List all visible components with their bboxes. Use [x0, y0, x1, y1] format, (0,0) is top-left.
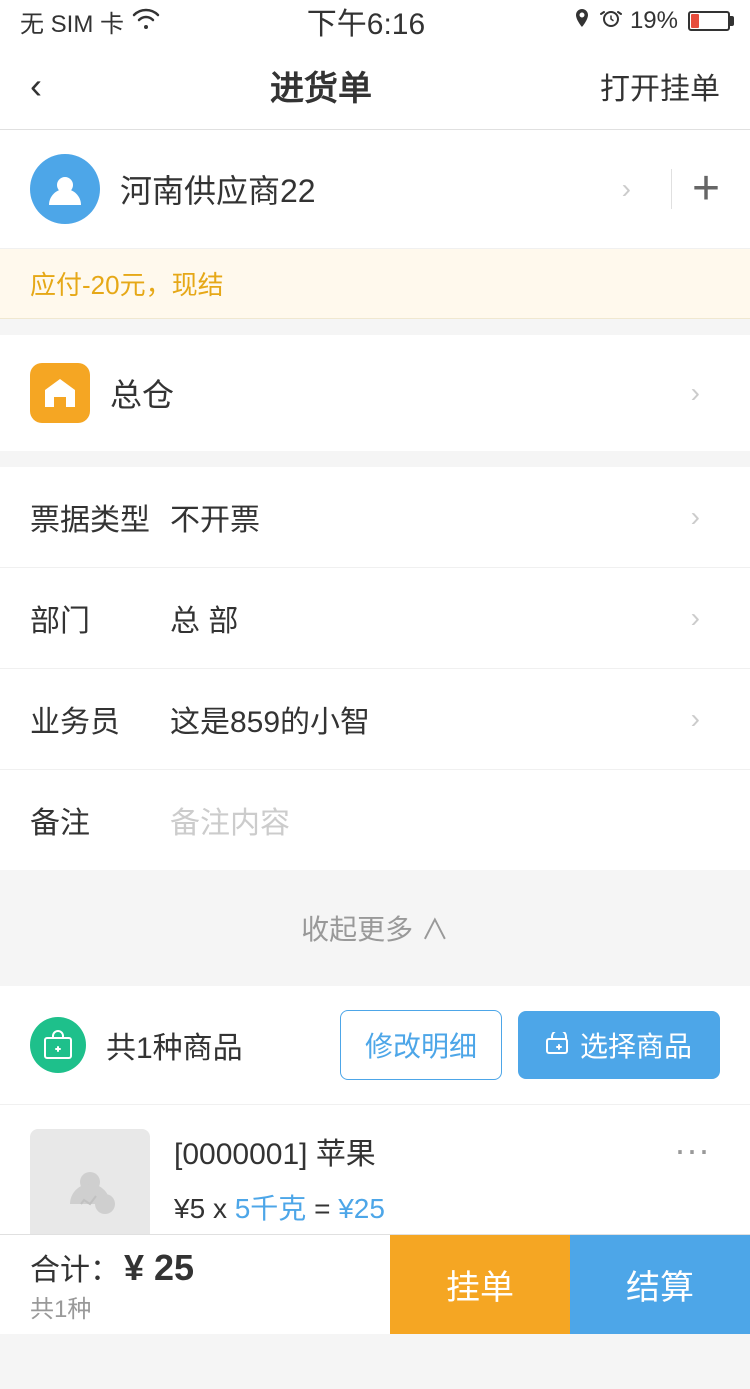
product-title: 苹果 — [316, 1138, 376, 1171]
supplier-section: 河南供应商22 › + 应付-20元，现结 — [0, 130, 750, 319]
form-section: 票据类型 不开票 › 部门 总 部 › 业务员 这是859的小智 › 备注 备注… — [0, 467, 750, 870]
product-more-button[interactable]: ··· — [664, 1129, 720, 1171]
total-count: 共1种 — [30, 1289, 360, 1324]
status-right: 19% — [572, 7, 730, 36]
warehouse-icon — [30, 363, 90, 423]
status-left: 无 SIM 卡 — [20, 4, 160, 39]
divider — [671, 169, 672, 209]
total-label: 合计： — [30, 1245, 120, 1289]
remark-row[interactable]: 备注 备注内容 — [0, 770, 750, 870]
product-header: 共1种商品 修改明细 选择商品 — [0, 986, 750, 1105]
back-button[interactable]: ‹ — [30, 65, 42, 107]
product-thumbnail — [30, 1129, 150, 1249]
remark-placeholder: 备注内容 — [150, 798, 720, 842]
alarm-icon — [600, 7, 622, 36]
status-time: 下午6:16 — [307, 0, 425, 43]
product-name: [0000001] 苹果 — [174, 1129, 664, 1173]
total-value: ¥ 25 — [124, 1247, 194, 1289]
supplier-name: 河南供应商22 — [120, 166, 622, 212]
select-product-label: 选择商品 — [580, 1025, 692, 1065]
settle-button[interactable]: 结算 — [570, 1235, 750, 1334]
total-area: 合计： ¥ 25 共1种 — [0, 1235, 390, 1334]
product-section: 共1种商品 修改明细 选择商品 — [0, 986, 750, 1273]
carrier-text: 无 SIM 卡 — [20, 4, 124, 39]
product-id: [0000001] — [174, 1138, 307, 1171]
nav-bar: ‹ 进货单 打开挂单 — [0, 42, 750, 130]
bottom-bar: 合计： ¥ 25 共1种 挂单 结算 — [0, 1234, 750, 1334]
page-title: 进货单 — [270, 61, 372, 110]
invoice-label: 票据类型 — [30, 495, 150, 539]
dept-chevron-icon: › — [691, 602, 700, 634]
invoice-row[interactable]: 票据类型 不开票 › — [0, 467, 750, 568]
notice-bar: 应付-20元，现结 — [0, 249, 750, 319]
total-price: ¥25 — [338, 1193, 385, 1224]
staff-value: 这是859的小智 — [150, 697, 691, 741]
price-multiply: x — [213, 1193, 235, 1224]
invoice-value: 不开票 — [150, 495, 691, 539]
warehouse-row[interactable]: 总仓 › — [0, 335, 750, 451]
qty-value: 5千克 — [235, 1193, 307, 1224]
staff-row[interactable]: 业务员 这是859的小智 › — [0, 669, 750, 770]
price-value: ¥5 — [174, 1193, 205, 1224]
hold-button[interactable]: 挂单 — [390, 1235, 570, 1334]
product-info: [0000001] 苹果 ¥5 x 5千克 = ¥25 — [174, 1129, 664, 1227]
wifi-icon — [132, 7, 160, 36]
product-count: 共1种商品 — [106, 1023, 340, 1067]
staff-chevron-icon: › — [691, 703, 700, 735]
location-icon — [572, 7, 592, 35]
add-supplier-button[interactable]: + — [692, 165, 720, 213]
cart-icon — [546, 1032, 572, 1058]
battery-icon — [688, 11, 730, 31]
select-product-button[interactable]: 选择商品 — [518, 1011, 720, 1079]
remark-label: 备注 — [30, 798, 150, 842]
price-equals: = — [314, 1193, 338, 1224]
collapse-bar[interactable]: 收起更多 ∧ — [0, 886, 750, 970]
warehouse-name: 总仓 — [110, 370, 691, 416]
battery-text: 19% — [630, 7, 678, 35]
invoice-chevron-icon: › — [691, 501, 700, 533]
dept-row[interactable]: 部门 总 部 › — [0, 568, 750, 669]
product-price: ¥5 x 5千克 = ¥25 — [174, 1187, 664, 1227]
dept-value: 总 部 — [150, 596, 691, 640]
staff-label: 业务员 — [30, 697, 150, 741]
open-hold-button[interactable]: 打开挂单 — [600, 64, 720, 108]
edit-detail-button[interactable]: 修改明细 — [340, 1010, 502, 1080]
supplier-row[interactable]: 河南供应商22 › + — [0, 130, 750, 249]
supplier-avatar — [30, 154, 100, 224]
supplier-chevron-icon: › — [622, 173, 631, 205]
warehouse-section: 总仓 › — [0, 335, 750, 451]
product-header-icon — [30, 1017, 86, 1073]
dept-label: 部门 — [30, 596, 150, 640]
warehouse-chevron-icon: › — [691, 377, 700, 409]
status-bar: 无 SIM 卡 下午6:16 19% — [0, 0, 750, 42]
